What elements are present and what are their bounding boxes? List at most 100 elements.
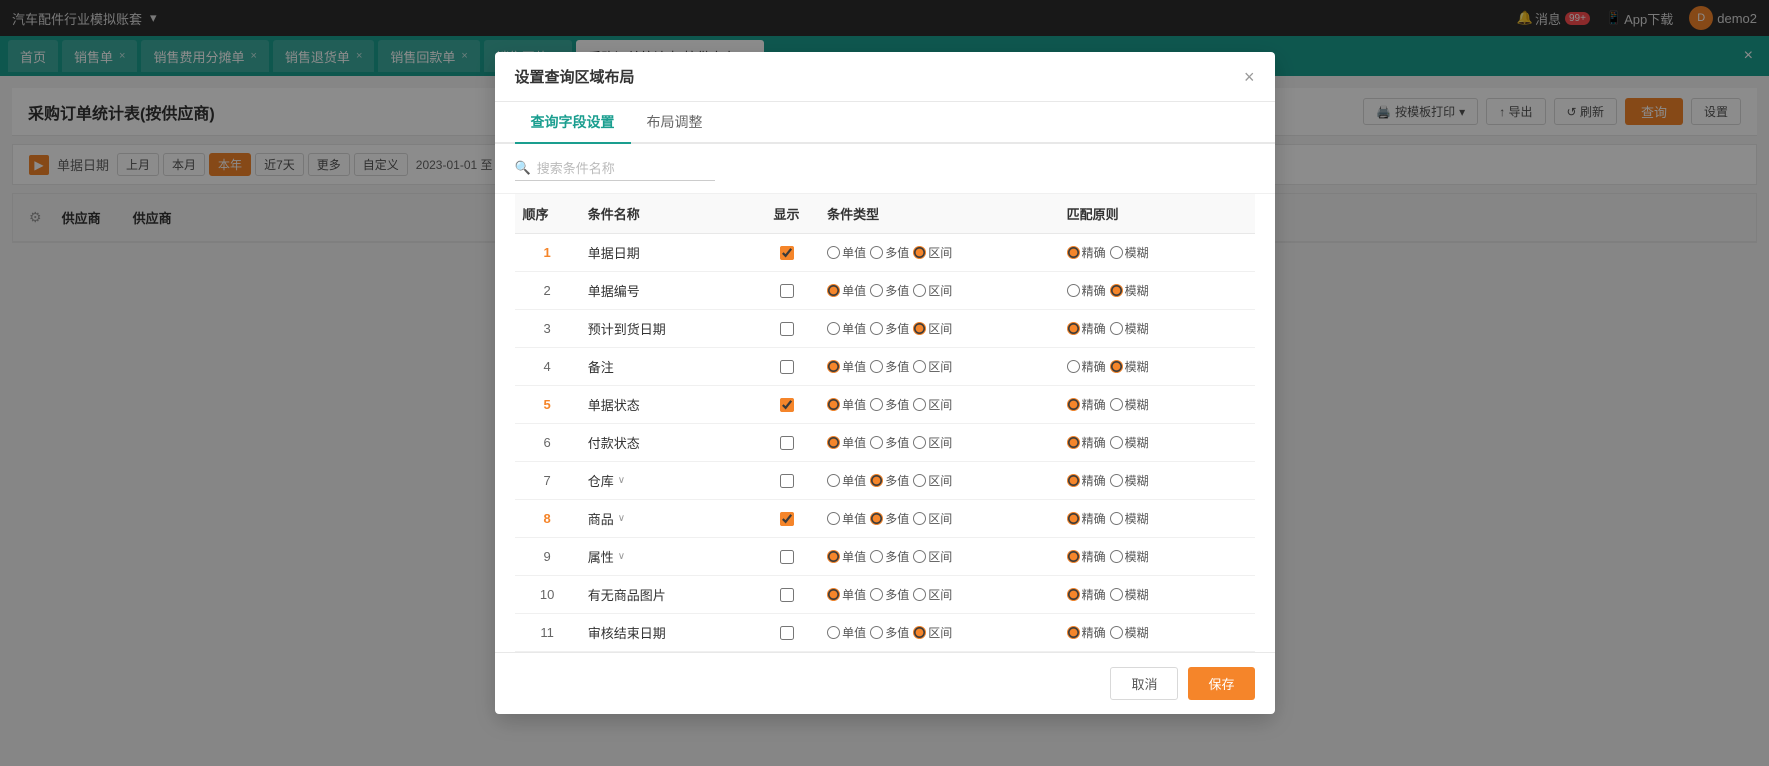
match-rule-exact[interactable]: 精确 [1067,510,1106,527]
row-display-checkbox[interactable] [754,234,819,272]
match-rule-fuzzy[interactable]: 模糊 [1110,244,1149,261]
cancel-button[interactable]: 取消 [1110,667,1178,700]
match-rule-fuzzy[interactable]: 模糊 [1110,396,1149,413]
cond-type-multi[interactable]: 多值 [870,244,909,261]
match-rule-exact[interactable]: 精确 [1067,548,1106,565]
row-display-checkbox[interactable] [754,500,819,538]
cond-type-multi[interactable]: 多值 [870,624,909,641]
cond-type-single[interactable]: 单值 [827,244,866,261]
display-checkbox[interactable] [780,588,794,602]
row-display-checkbox[interactable] [754,614,819,652]
match-rule-fuzzy[interactable]: 模糊 [1110,434,1149,451]
cond-type-single[interactable]: 单值 [827,586,866,603]
display-checkbox[interactable] [780,284,794,298]
cond-type-multi[interactable]: 多值 [870,472,909,489]
save-button[interactable]: 保存 [1188,667,1254,700]
row-cond-type: 单值多值区间 [819,424,1058,462]
row-display-checkbox[interactable] [754,538,819,576]
row-seq: 11 [515,614,580,652]
cond-type-range[interactable]: 区间 [913,586,952,603]
display-checkbox[interactable] [780,360,794,374]
cond-type-range[interactable]: 区间 [913,434,952,451]
match-rule-exact[interactable]: 精确 [1067,244,1106,261]
cond-type-range[interactable]: 区间 [913,472,952,489]
table-row: 5单据状态单值多值区间精确模糊 [515,386,1255,424]
search-input[interactable] [537,161,715,176]
cond-type-single[interactable]: 单值 [827,282,866,299]
cond-type-multi[interactable]: 多值 [870,282,909,299]
cond-type-single[interactable]: 单值 [827,396,866,413]
match-rule-exact[interactable]: 精确 [1067,586,1106,603]
modal-table-wrap: 顺序 条件名称 显示 条件类型 匹配原则 1单据日期单值多值区间精确模糊2单据编… [495,194,1275,652]
cond-type-single[interactable]: 单值 [827,624,866,641]
modal-tab-query-fields[interactable]: 查询字段设置 [515,102,631,144]
row-display-checkbox[interactable] [754,310,819,348]
display-checkbox[interactable] [780,246,794,260]
match-rule-fuzzy[interactable]: 模糊 [1110,320,1149,337]
cond-type-multi[interactable]: 多值 [870,320,909,337]
match-rule-fuzzy[interactable]: 模糊 [1110,548,1149,565]
row-match-rule: 精确模糊 [1059,576,1255,614]
cond-type-multi[interactable]: 多值 [870,586,909,603]
row-cond-type: 单值多值区间 [819,500,1058,538]
cond-type-single[interactable]: 单值 [827,510,866,527]
cond-type-range[interactable]: 区间 [913,624,952,641]
match-rule-exact[interactable]: 精确 [1067,472,1106,489]
cond-type-range[interactable]: 区间 [913,358,952,375]
row-display-checkbox[interactable] [754,272,819,310]
row-match-rule: 精确模糊 [1059,272,1255,310]
match-rule-fuzzy[interactable]: 模糊 [1110,586,1149,603]
row-display-checkbox[interactable] [754,462,819,500]
match-rule-fuzzy[interactable]: 模糊 [1110,282,1149,299]
cond-type-range[interactable]: 区间 [913,510,952,527]
modal-dialog: 设置查询区域布局 × 查询字段设置 布局调整 🔍 [495,52,1275,714]
cond-type-range[interactable]: 区间 [913,396,952,413]
table-row: 8商品∨单值多值区间精确模糊 [515,500,1255,538]
cond-type-multi[interactable]: 多值 [870,510,909,527]
cond-type-single[interactable]: 单值 [827,320,866,337]
row-cond-name: 有无商品图片 [580,576,754,614]
cond-type-range[interactable]: 区间 [913,320,952,337]
display-checkbox[interactable] [780,474,794,488]
row-match-rule: 精确模糊 [1059,462,1255,500]
modal-search-area: 🔍 [495,144,1275,194]
row-cond-name: 属性∨ [580,538,754,576]
match-rule-exact[interactable]: 精确 [1067,434,1106,451]
cond-type-single[interactable]: 单值 [827,548,866,565]
display-checkbox[interactable] [780,322,794,336]
row-display-checkbox[interactable] [754,576,819,614]
cond-type-single[interactable]: 单值 [827,472,866,489]
match-rule-exact[interactable]: 精确 [1067,396,1106,413]
match-rule-exact[interactable]: 精确 [1067,320,1106,337]
display-checkbox[interactable] [780,512,794,526]
display-checkbox[interactable] [780,398,794,412]
display-checkbox[interactable] [780,626,794,640]
row-display-checkbox[interactable] [754,348,819,386]
match-rule-exact[interactable]: 精确 [1067,624,1106,641]
cond-type-multi[interactable]: 多值 [870,358,909,375]
match-rule-fuzzy[interactable]: 模糊 [1110,472,1149,489]
display-checkbox[interactable] [780,436,794,450]
modal-tab-layout[interactable]: 布局调整 [631,102,719,144]
cond-type-multi[interactable]: 多值 [870,548,909,565]
cond-type-range[interactable]: 区间 [913,548,952,565]
match-rule-exact[interactable]: 精确 [1067,358,1106,375]
row-display-checkbox[interactable] [754,386,819,424]
row-seq: 1 [515,234,580,272]
match-rule-exact[interactable]: 精确 [1067,282,1106,299]
cond-type-range[interactable]: 区间 [913,282,952,299]
row-cond-type: 单值多值区间 [819,614,1058,652]
row-display-checkbox[interactable] [754,424,819,462]
table-row: 1单据日期单值多值区间精确模糊 [515,234,1255,272]
display-checkbox[interactable] [780,550,794,564]
cond-type-range[interactable]: 区间 [913,244,952,261]
cond-type-multi[interactable]: 多值 [870,434,909,451]
cond-type-multi[interactable]: 多值 [870,396,909,413]
cond-type-single[interactable]: 单值 [827,358,866,375]
modal-close-button[interactable]: × [1244,68,1255,86]
match-rule-fuzzy[interactable]: 模糊 [1110,510,1149,527]
table-row: 10有无商品图片单值多值区间精确模糊 [515,576,1255,614]
match-rule-fuzzy[interactable]: 模糊 [1110,624,1149,641]
match-rule-fuzzy[interactable]: 模糊 [1110,358,1149,375]
cond-type-single[interactable]: 单值 [827,434,866,451]
